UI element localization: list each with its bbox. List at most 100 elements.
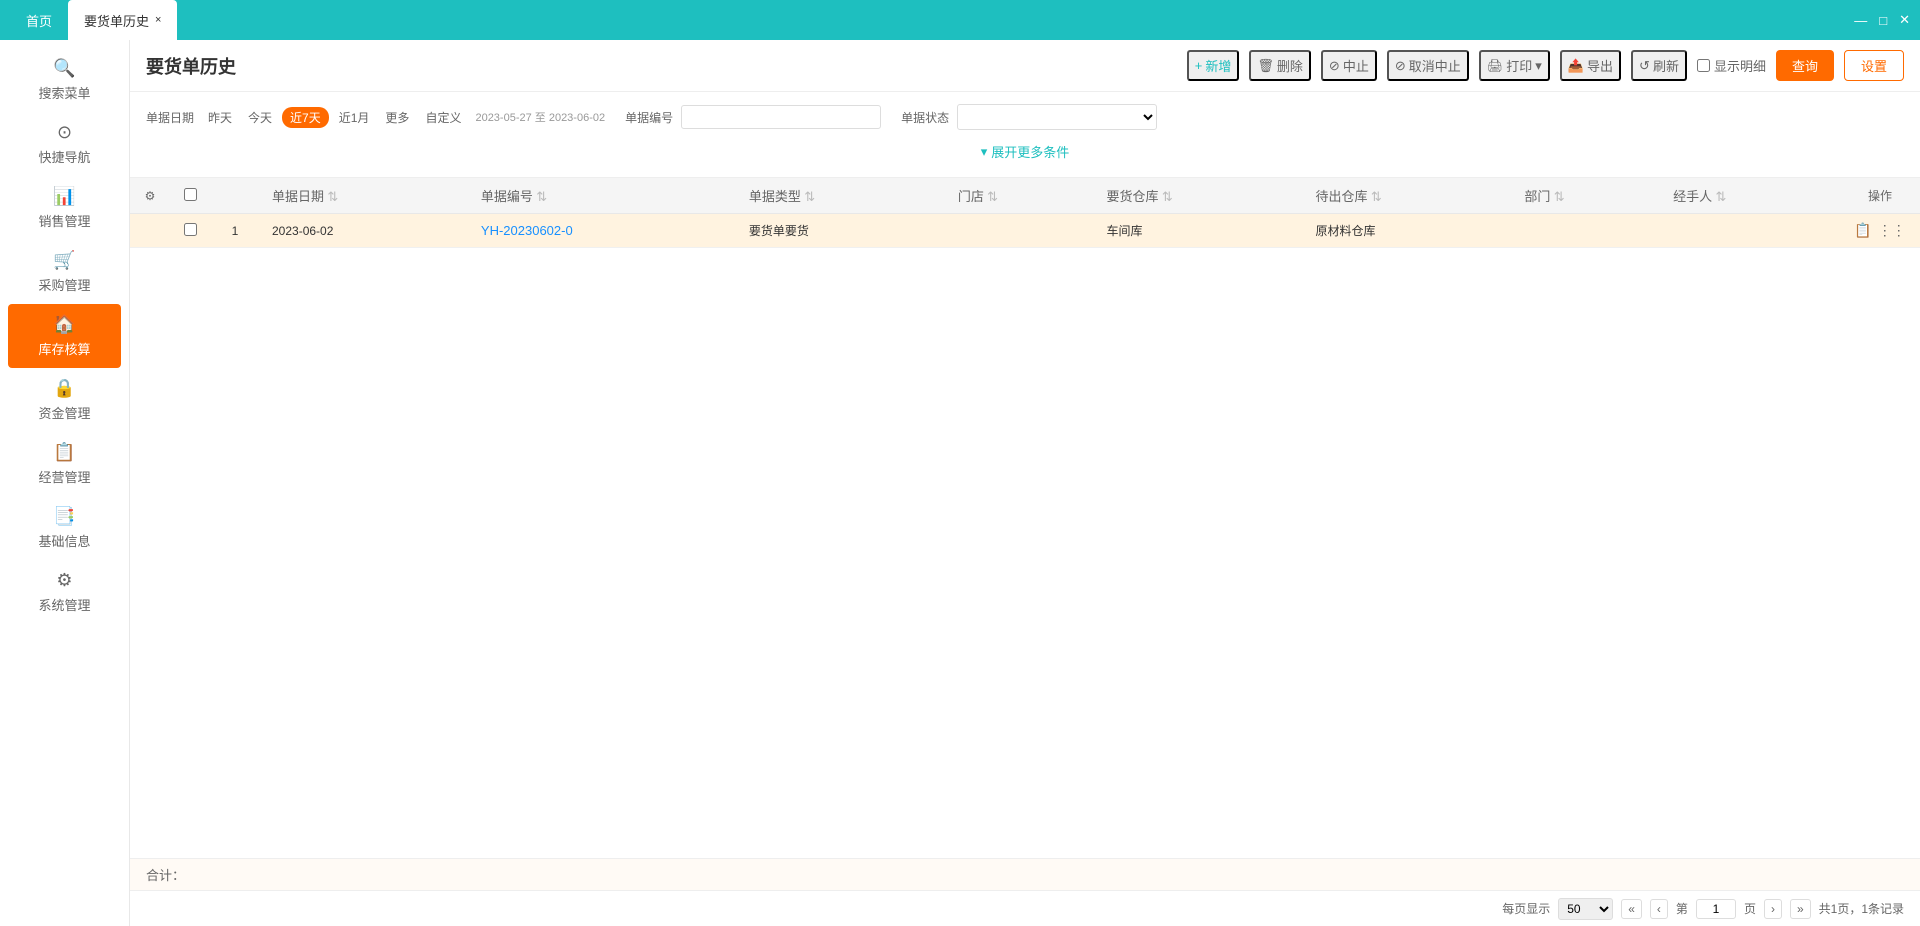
close-window-icon[interactable]: ✕ — [1899, 12, 1910, 28]
query-button[interactable]: 查询 — [1776, 50, 1834, 81]
col-department[interactable]: 部门 ⇅ — [1512, 178, 1661, 214]
basic-info-icon: 📑 — [53, 506, 75, 527]
col-pending-warehouse[interactable]: 待出仓库 ⇅ — [1303, 178, 1512, 214]
sidebar-item-label-sales: 销售管理 — [38, 211, 90, 230]
sort-icon-date: ⇅ — [327, 189, 338, 204]
sidebar-item-system[interactable]: ⚙ 系统管理 — [0, 560, 129, 624]
doc-num-link[interactable]: YH-20230602-0 — [481, 223, 573, 238]
print-icon: 🖨 — [1487, 58, 1504, 74]
last-page-btn[interactable]: » — [1790, 899, 1811, 919]
sidebar-item-basic-info[interactable]: 📑 基础信息 — [0, 496, 129, 560]
tab-order-history[interactable]: 要货单历史 × — [68, 0, 177, 40]
col-doc-type[interactable]: 单据类型 ⇅ — [737, 178, 946, 214]
col-doc-date[interactable]: 单据日期 ⇅ — [260, 178, 469, 214]
sidebar-item-label-search: 搜索菜单 — [38, 83, 90, 102]
sidebar-item-search-menu[interactable]: 🔍 搜索菜单 — [0, 48, 129, 112]
col-doc-num[interactable]: 单据编号 ⇅ — [469, 178, 737, 214]
sort-icon-store: ⇅ — [987, 189, 998, 204]
top-bar: 首页 要货单历史 × — □ ✕ — [0, 0, 1920, 40]
maximize-icon[interactable]: □ — [1879, 13, 1887, 28]
col-store-label: 门店 — [958, 189, 984, 204]
table-header-row: ⚙ 单据日期 ⇅ 单据编号 ⇅ — [130, 178, 1920, 214]
date-btn-1month[interactable]: 近1月 — [333, 107, 376, 128]
delete-button[interactable]: 🗑 删除 — [1249, 50, 1311, 81]
cancel-suspend-button[interactable]: ⊘ 取消中止 — [1387, 50, 1469, 81]
toolbar: + 新增 🗑 删除 ⊘ 中止 ⊘ 取消中止 🖨 打印 — [1187, 50, 1904, 81]
expand-icon: ▾ — [981, 144, 988, 160]
print-dropdown-icon: ▾ — [1535, 58, 1542, 74]
minimize-icon[interactable]: — — [1854, 13, 1867, 28]
doc-num-label: 单据编号 — [625, 109, 673, 126]
date-btn-7days[interactable]: 近7天 — [282, 107, 329, 128]
first-page-btn[interactable]: « — [1621, 899, 1642, 919]
date-btn-more[interactable]: 更多 — [379, 107, 415, 128]
select-all-checkbox[interactable] — [184, 188, 197, 201]
tab-close-icon[interactable]: × — [155, 14, 161, 26]
col-action: 操作 — [1840, 178, 1920, 214]
display-detail-toggle[interactable]: 显示明细 — [1697, 56, 1766, 75]
col-req-warehouse-label: 要货仓库 — [1107, 189, 1159, 204]
tab-home[interactable]: 首页 — [10, 0, 68, 40]
sidebar-item-inventory[interactable]: 🏠 库存核算 — [8, 304, 121, 368]
sidebar-item-quick-nav[interactable]: ⊙ 快捷导航 — [0, 112, 129, 176]
print-button[interactable]: 🖨 打印 ▾ — [1479, 50, 1550, 81]
suspend-label: 中止 — [1343, 56, 1369, 75]
more-icon[interactable]: ⋮⋮ — [1878, 222, 1906, 239]
system-icon: ⚙ — [56, 570, 72, 591]
data-table: ⚙ 单据日期 ⇅ 单据编号 ⇅ — [130, 178, 1920, 248]
col-department-label: 部门 — [1524, 189, 1550, 204]
refresh-icon: ↺ — [1639, 58, 1650, 74]
page-header: 要货单历史 + 新增 🗑 删除 ⊘ 中止 ⊘ 取消中止 — [130, 40, 1920, 92]
date-range-display: 2023-05-27 至 2023-06-02 — [475, 109, 605, 125]
sidebar-item-label-system: 系统管理 — [38, 595, 90, 614]
sidebar-item-label-inventory: 库存核算 — [38, 339, 90, 358]
display-detail-checkbox[interactable] — [1697, 59, 1710, 72]
sidebar-item-sales[interactable]: 📊 销售管理 — [0, 176, 129, 240]
new-button[interactable]: + 新增 — [1187, 50, 1240, 81]
next-page-btn[interactable]: › — [1764, 899, 1782, 919]
export-button[interactable]: 📤 导出 — [1560, 50, 1621, 81]
cell-checkbox — [170, 214, 210, 248]
cell-department — [1512, 214, 1661, 248]
per-page-select[interactable]: 50 10 20 100 — [1558, 898, 1613, 920]
new-label: 新增 — [1205, 56, 1231, 75]
expand-more-btn[interactable]: ▾ 展开更多条件 — [146, 138, 1904, 165]
cell-doc-date: 2023-06-02 — [260, 214, 469, 248]
action-icons: 📋 ⋮⋮ — [1852, 222, 1908, 239]
col-req-warehouse[interactable]: 要货仓库 ⇅ — [1095, 178, 1304, 214]
prev-page-btn[interactable]: ‹ — [1650, 899, 1668, 919]
refresh-button[interactable]: ↺ 刷新 — [1631, 50, 1687, 81]
col-store[interactable]: 门店 ⇅ — [946, 178, 1095, 214]
sort-icon-num: ⇅ — [536, 189, 547, 204]
doc-status-select[interactable] — [957, 104, 1157, 130]
col-settings[interactable]: ⚙ — [130, 178, 170, 214]
content-area: 要货单历史 + 新增 🗑 删除 ⊘ 中止 ⊘ 取消中止 — [130, 40, 1920, 926]
sidebar-item-purchase[interactable]: 🛒 采购管理 — [0, 240, 129, 304]
col-handler[interactable]: 经手人 ⇅ — [1661, 178, 1840, 214]
row-checkbox[interactable] — [184, 223, 197, 236]
suspend-button[interactable]: ⊘ 中止 — [1321, 50, 1377, 81]
settings-button[interactable]: 设置 — [1844, 50, 1904, 81]
edit-icon[interactable]: 📋 — [1854, 222, 1871, 239]
suspend-icon: ⊘ — [1329, 58, 1340, 74]
doc-num-input[interactable] — [681, 105, 881, 129]
sidebar-item-operations[interactable]: 📋 经营管理 — [0, 432, 129, 496]
page-number-input[interactable] — [1696, 899, 1736, 919]
search-menu-icon: 🔍 — [53, 58, 75, 79]
doc-status-label: 单据状态 — [901, 109, 949, 126]
operations-icon: 📋 — [53, 442, 75, 463]
tab-order-history-label: 要货单历史 — [84, 11, 149, 30]
date-btn-custom[interactable]: 自定义 — [419, 107, 467, 128]
sidebar-item-finance[interactable]: 🔒 资金管理 — [0, 368, 129, 432]
filter-row-1: 单据日期 昨天 今天 近7天 近1月 更多 自定义 2023-05-27 至 2… — [146, 104, 1904, 130]
date-btn-yesterday[interactable]: 昨天 — [202, 107, 238, 128]
cell-pending-warehouse: 原材料仓库 — [1303, 214, 1512, 248]
date-filter-group: 单据日期 昨天 今天 近7天 近1月 更多 自定义 2023-05-27 至 2… — [146, 107, 605, 128]
total-info: 共1页，1条记录 — [1819, 900, 1904, 917]
date-btn-today[interactable]: 今天 — [242, 107, 278, 128]
col-doc-type-label: 单据类型 — [749, 189, 801, 204]
sales-icon: 📊 — [53, 186, 75, 207]
footer-total-label: 合计： — [146, 868, 185, 883]
finance-icon: 🔒 — [53, 378, 75, 399]
col-pending-warehouse-label: 待出仓库 — [1315, 189, 1367, 204]
